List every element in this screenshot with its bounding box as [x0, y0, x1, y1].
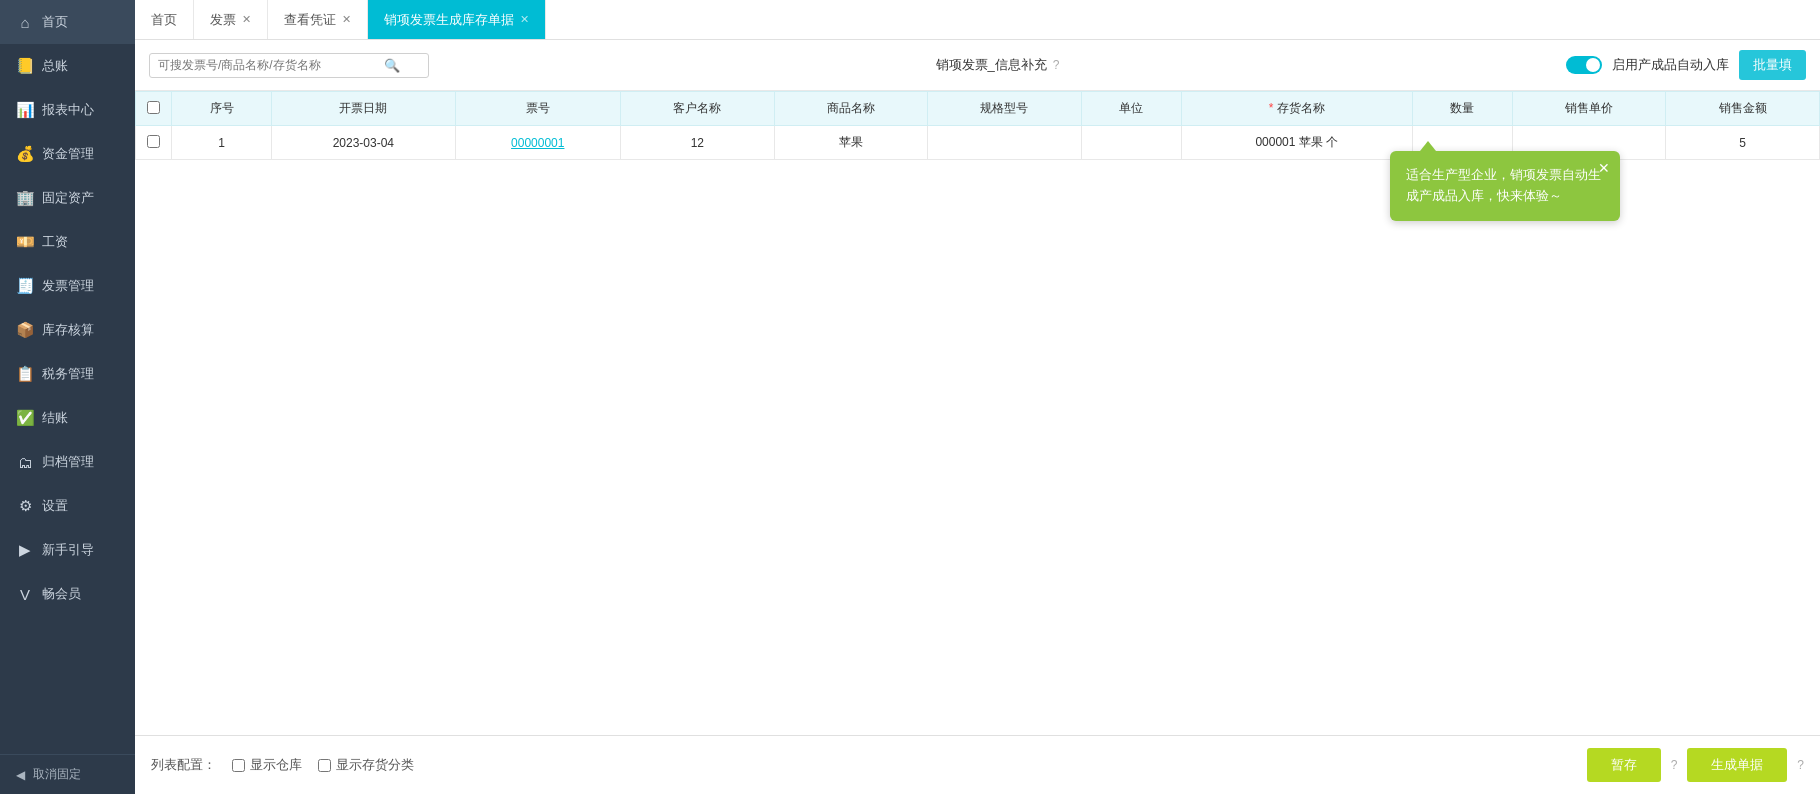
- cell-inventory[interactable]: 000001 苹果 个: [1181, 126, 1412, 160]
- auto-warehouse-toggle[interactable]: [1566, 56, 1602, 74]
- generate-help-icon[interactable]: ?: [1797, 758, 1804, 772]
- search-input[interactable]: [158, 58, 378, 72]
- sidebar-item-report-center[interactable]: 📊 报表中心: [0, 88, 135, 132]
- data-table: 序号 开票日期 票号 客户名称 商品名称 规格型号 单位 * 存货名称 数量 销…: [135, 91, 1820, 160]
- sidebar-item-settings[interactable]: ⚙ 设置: [0, 484, 135, 528]
- home-icon: ⌂: [16, 14, 34, 31]
- cell-invoice-no[interactable]: 00000001: [455, 126, 621, 160]
- row-checkbox[interactable]: [147, 135, 160, 148]
- header-date: 开票日期: [272, 92, 455, 126]
- tab-cancel-invoice[interactable]: 销项发票生成库存单据 ✕: [368, 0, 546, 39]
- generate-button[interactable]: 生成单据: [1687, 748, 1787, 782]
- toolbar: 🔍 销项发票_信息补充 ? 启用产成品自动入库 批量填: [135, 40, 1820, 91]
- search-icon: 🔍: [384, 58, 400, 73]
- toolbar-middle: 销项发票_信息补充 ?: [439, 56, 1556, 74]
- cell-unit: [1081, 126, 1181, 160]
- save-button[interactable]: 暂存: [1587, 748, 1661, 782]
- tab-home[interactable]: 首页: [135, 0, 194, 39]
- pin-toggle[interactable]: ◀ 取消固定: [0, 755, 135, 794]
- sidebar-item-invoice-mgmt[interactable]: 🧾 发票管理: [0, 264, 135, 308]
- sidebar-item-home[interactable]: ⌂ 首页: [0, 0, 135, 44]
- cell-date: 2023-03-04: [272, 126, 455, 160]
- sidebar-item-settlement[interactable]: ✅ 结账: [0, 396, 135, 440]
- info-help-icon[interactable]: ?: [1053, 58, 1060, 72]
- tooltip-popup: ✕ 适合生产型企业，销项发票自动生成产成品入库，快来体验～: [1390, 151, 1620, 221]
- cell-customer: 12: [621, 126, 775, 160]
- cell-amount: 5: [1666, 126, 1820, 160]
- tab-bar: 首页 发票 ✕ 查看凭证 ✕ 销项发票生成库存单据 ✕: [135, 0, 1820, 40]
- show-warehouse-label[interactable]: 显示仓库: [232, 756, 302, 774]
- list-config-label: 列表配置：: [151, 756, 216, 774]
- settlement-icon: ✅: [16, 409, 34, 427]
- table-area: 序号 开票日期 票号 客户名称 商品名称 规格型号 单位 * 存货名称 数量 销…: [135, 91, 1820, 735]
- archive-icon: 🗂: [16, 454, 34, 471]
- page-content: 🔍 销项发票_信息补充 ? 启用产成品自动入库 批量填: [135, 40, 1820, 794]
- main-content: 首页 发票 ✕ 查看凭证 ✕ 销项发票生成库存单据 ✕ 🔍 销项发票_信息补充 …: [135, 0, 1820, 794]
- info-label: 销项发票_信息补充: [936, 56, 1047, 74]
- table-header-row: 序号 开票日期 票号 客户名称 商品名称 规格型号 单位 * 存货名称 数量 销…: [136, 92, 1820, 126]
- inventory-icon: 📦: [16, 321, 34, 339]
- toggle-label: 启用产成品自动入库: [1612, 56, 1729, 74]
- sidebar-item-guide[interactable]: ▶ 新手引导: [0, 528, 135, 572]
- search-box[interactable]: 🔍: [149, 53, 429, 78]
- gear-icon: ⚙: [16, 497, 34, 515]
- show-category-checkbox[interactable]: [318, 759, 331, 772]
- header-spec: 规格型号: [928, 92, 1082, 126]
- tab-invoice-close[interactable]: ✕: [242, 13, 251, 26]
- cell-product: 苹果: [774, 126, 928, 160]
- guide-icon: ▶: [16, 541, 34, 559]
- member-icon: V: [16, 586, 34, 603]
- sidebar-item-tax-mgmt[interactable]: 📋 税务管理: [0, 352, 135, 396]
- header-qty: 数量: [1412, 92, 1512, 126]
- sidebar-item-member[interactable]: V 畅会员: [0, 572, 135, 616]
- tooltip-close-button[interactable]: ✕: [1598, 157, 1610, 179]
- sidebar-item-fund-mgmt[interactable]: 💰 资金管理: [0, 132, 135, 176]
- header-unit: 单位: [1081, 92, 1181, 126]
- bottom-bar: 列表配置： 显示仓库 显示存货分类 暂存 ? 生成单据 ?: [135, 735, 1820, 794]
- header-amount: 销售金额: [1666, 92, 1820, 126]
- invoice-icon: 🧾: [16, 277, 34, 295]
- sidebar-item-inventory[interactable]: 📦 库存核算: [0, 308, 135, 352]
- tab-view-voucher-close[interactable]: ✕: [342, 13, 351, 26]
- assets-icon: 🏢: [16, 189, 34, 207]
- tooltip-arrow: [1420, 141, 1436, 151]
- sidebar-item-general-ledger[interactable]: 📒 总账: [0, 44, 135, 88]
- tab-cancel-invoice-close[interactable]: ✕: [520, 13, 529, 26]
- save-help-icon[interactable]: ?: [1671, 758, 1678, 772]
- header-seq: 序号: [172, 92, 272, 126]
- ledger-icon: 📒: [16, 57, 34, 75]
- header-customer: 客户名称: [621, 92, 775, 126]
- sidebar-bottom: ◀ 取消固定: [0, 754, 135, 794]
- sidebar-item-payroll[interactable]: 💴 工资: [0, 220, 135, 264]
- tooltip-text: 适合生产型企业，销项发票自动生成产成品入库，快来体验～: [1406, 167, 1601, 203]
- header-invoice-no: 票号: [455, 92, 621, 126]
- sidebar-item-fixed-assets[interactable]: 🏢 固定资产: [0, 176, 135, 220]
- report-icon: 📊: [16, 101, 34, 119]
- show-category-label[interactable]: 显示存货分类: [318, 756, 414, 774]
- select-all-checkbox[interactable]: [147, 101, 160, 114]
- cell-spec: [928, 126, 1082, 160]
- show-warehouse-checkbox[interactable]: [232, 759, 245, 772]
- sidebar: ⌂ 首页 📒 总账 📊 报表中心 💰 资金管理 🏢 固定资产 💴 工资 🧾 发票…: [0, 0, 135, 794]
- header-checkbox-col: [136, 92, 172, 126]
- toolbar-right: 启用产成品自动入库 批量填: [1566, 50, 1806, 80]
- header-inventory-label: 存货名称: [1277, 101, 1325, 115]
- batch-fill-button[interactable]: 批量填: [1739, 50, 1806, 80]
- tax-icon: 📋: [16, 365, 34, 383]
- payroll-icon: 💴: [16, 233, 34, 251]
- required-marker: *: [1269, 101, 1277, 115]
- sidebar-item-archive-mgmt[interactable]: 🗂 归档管理: [0, 440, 135, 484]
- tab-view-voucher[interactable]: 查看凭证 ✕: [268, 0, 368, 39]
- row-checkbox-cell: [136, 126, 172, 160]
- pin-icon: ◀: [16, 768, 25, 782]
- header-inventory: * 存货名称: [1181, 92, 1412, 126]
- header-unit-price: 销售单价: [1512, 92, 1666, 126]
- fund-icon: 💰: [16, 145, 34, 163]
- tab-invoice[interactable]: 发票 ✕: [194, 0, 268, 39]
- header-product: 商品名称: [774, 92, 928, 126]
- bottom-actions: 暂存 ? 生成单据 ?: [1587, 748, 1804, 782]
- cell-seq: 1: [172, 126, 272, 160]
